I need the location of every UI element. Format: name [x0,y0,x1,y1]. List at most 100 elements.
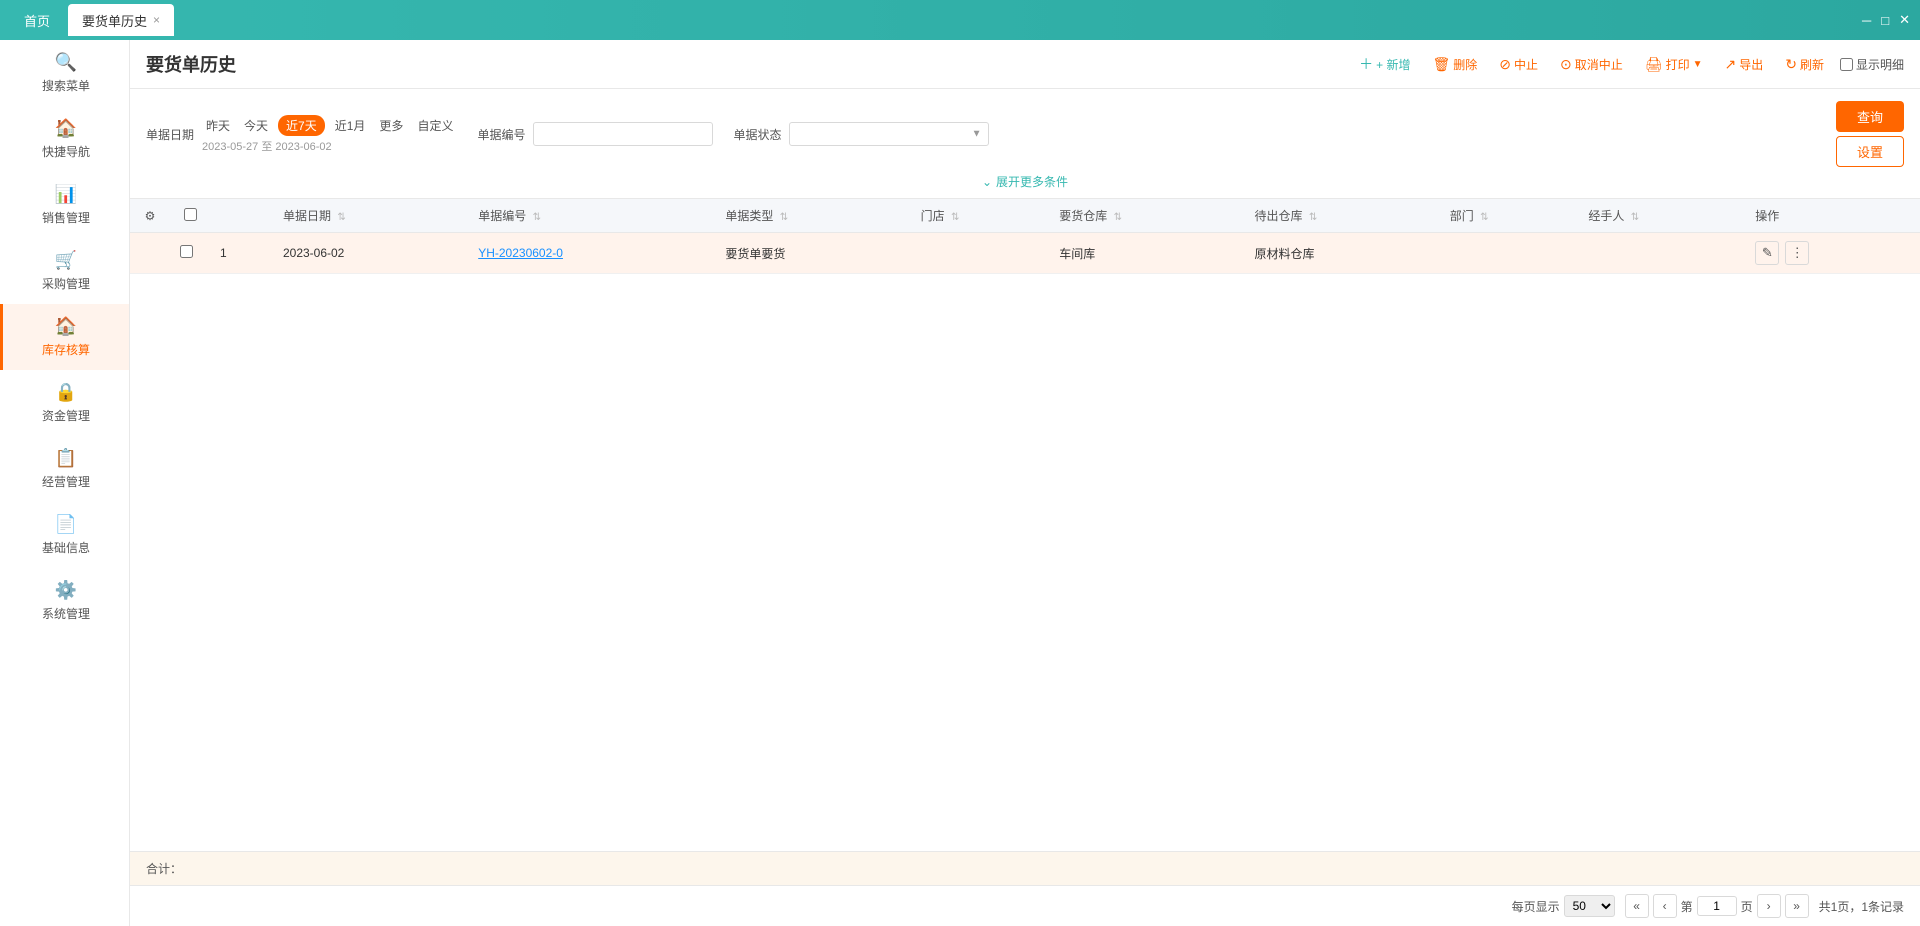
basic-info-icon: 📄 [55,514,77,535]
display-detail-checkbox[interactable] [1840,58,1853,71]
delete-button[interactable]: 🗑 删除 [1426,52,1483,77]
page-header: 要货单历史 ＋ + 新增 🗑 删除 ⊘ 中止 ⊙ 取消中止 [130,40,1920,89]
date-shortcut-1month[interactable]: 近1月 [331,116,370,135]
col-handler-sort-icon[interactable]: ⇅ [1631,212,1639,223]
sidebar-item-purchase-mgmt[interactable]: 🛒 采购管理 [0,238,129,304]
total-label: 合计： [146,860,182,877]
sidebar-item-sales-mgmt-label: 销售管理 [42,209,90,226]
display-detail-toggle[interactable]: 显示明细 [1840,56,1904,73]
expand-down-icon: ⌄ [982,175,992,189]
minimize-button[interactable]: ─ [1862,13,1871,28]
stop-label: 中止 [1514,56,1538,73]
stop-icon: ⊘ [1499,56,1511,73]
select-all-checkbox[interactable] [184,208,197,221]
export-button[interactable]: ↗ 导出 [1718,52,1769,77]
stop-button[interactable]: ⊘ 中止 [1493,52,1544,77]
page-size-select[interactable]: 50 20 100 [1564,895,1615,917]
cell-check[interactable] [170,233,210,274]
tab-close-icon[interactable]: × [153,13,160,27]
cancel-stop-label: 取消中止 [1575,56,1623,73]
sidebar-item-sales-mgmt[interactable]: 📊 销售管理 [0,172,129,238]
refresh-icon: ↻ [1785,56,1797,73]
sidebar-item-inventory[interactable]: 🏠 库存核算 [0,304,129,370]
date-shortcut-today[interactable]: 今天 [240,116,272,135]
status-select[interactable]: 全部 [789,122,989,146]
filter-row: 单据日期 昨天 今天 近7天 近1月 更多 自定义 2023-05-27 至 2… [146,101,1904,167]
col-doc-no-sort-icon[interactable]: ⇅ [533,212,541,223]
doc-no-input[interactable] [533,122,713,146]
filter-action-buttons: 查询 设置 [1836,101,1904,167]
page-nav: « ‹ 第 页 › » [1625,894,1809,918]
tab-home[interactable]: 首页 [10,4,64,36]
col-doc-type[interactable]: 单据类型 ⇅ [715,199,910,233]
col-store-sort-icon[interactable]: ⇅ [951,212,959,223]
expand-more-button[interactable]: ⌄ 展开更多条件 [146,173,1904,190]
col-pending-warehouse[interactable]: 待出仓库 ⇅ [1244,199,1439,233]
query-button[interactable]: 查询 [1836,101,1904,132]
col-doc-type-sort-icon[interactable]: ⇅ [780,212,788,223]
settings-button[interactable]: 设置 [1836,136,1904,167]
print-dropdown-icon: ▼ [1693,59,1703,70]
col-req-warehouse[interactable]: 要货仓库 ⇅ [1049,199,1244,233]
row-checkbox[interactable] [180,245,193,258]
doc-no-label: 单据编号 [477,126,525,143]
col-action: 操作 [1745,199,1920,233]
row-more-button[interactable]: ⋮ [1785,241,1809,265]
cell-department [1440,233,1579,274]
prev-page-button[interactable]: ‹ [1653,894,1677,918]
col-num [210,199,273,233]
cell-store [911,233,1050,274]
filter-area: 单据日期 昨天 今天 近7天 近1月 更多 自定义 2023-05-27 至 2… [130,89,1920,199]
cancel-stop-icon: ⊙ [1560,56,1572,73]
next-page-button[interactable]: › [1757,894,1781,918]
col-date-sort-icon[interactable]: ⇅ [337,212,345,223]
add-button[interactable]: ＋ + 新增 [1353,50,1416,78]
sidebar-item-quick-nav[interactable]: 🏠 快捷导航 [0,106,129,172]
cell-action: ✎ ⋮ [1745,233,1920,274]
sidebar-item-basic-info[interactable]: 📄 基础信息 [0,502,129,568]
print-label: 打印 [1666,56,1690,73]
expand-more-label: 展开更多条件 [996,173,1068,190]
sidebar-item-system-mgmt[interactable]: ⚙️ 系统管理 [0,568,129,634]
refresh-label: 刷新 [1800,56,1824,73]
maximize-button[interactable]: □ [1881,13,1889,28]
col-doc-no[interactable]: 单据编号 ⇅ [468,199,715,233]
refresh-button[interactable]: ↻ 刷新 [1779,52,1830,77]
col-req-warehouse-sort-icon[interactable]: ⇅ [1114,212,1122,223]
window-controls: ─ □ ✕ [1862,12,1910,28]
cancel-stop-button[interactable]: ⊙ 取消中止 [1554,52,1629,77]
sidebar-item-finance-mgmt-label: 资金管理 [42,407,90,424]
sidebar-item-search-menu[interactable]: 🔍 搜索菜单 [0,40,129,106]
col-check[interactable] [170,199,210,233]
first-page-button[interactable]: « [1625,894,1649,918]
date-shortcut-7days[interactable]: 近7天 [278,115,325,136]
col-date[interactable]: 单据日期 ⇅ [273,199,468,233]
row-edit-button[interactable]: ✎ [1755,241,1779,265]
date-shortcut-more[interactable]: 更多 [375,116,407,135]
date-shortcut-yesterday[interactable]: 昨天 [202,116,234,135]
col-store[interactable]: 门店 ⇅ [911,199,1050,233]
toolbar: ＋ + 新增 🗑 删除 ⊘ 中止 ⊙ 取消中止 🖨 打印 [1353,50,1904,78]
table-footer: 合计： [130,851,1920,885]
date-shortcut-custom[interactable]: 自定义 [413,116,457,135]
sidebar-item-inventory-label: 库存核算 [42,341,90,358]
current-page-input[interactable] [1697,896,1737,916]
export-label: 导出 [1739,56,1763,73]
cell-doc-no[interactable]: YH-20230602-0 [468,233,715,274]
sidebar-item-finance-mgmt[interactable]: 🔒 资金管理 [0,370,129,436]
col-pending-warehouse-sort-icon[interactable]: ⇅ [1309,212,1317,223]
cell-pending-warehouse: 原材料仓库 [1244,233,1439,274]
tab-requisition-history[interactable]: 要货单历史 × [68,4,174,36]
sidebar-item-operations-mgmt[interactable]: 📋 经营管理 [0,436,129,502]
cell-date: 2023-06-02 [273,233,468,274]
close-button[interactable]: ✕ [1899,12,1910,28]
last-page-button[interactable]: » [1785,894,1809,918]
col-handler[interactable]: 经手人 ⇅ [1578,199,1745,233]
col-department-sort-icon[interactable]: ⇅ [1480,212,1488,223]
col-department[interactable]: 部门 ⇅ [1440,199,1579,233]
total-info: 共1页，1条记录 [1819,898,1904,915]
col-settings[interactable]: ⚙ [130,199,170,233]
col-handler-label: 经手人 [1588,209,1624,223]
print-button[interactable]: 🖨 打印 ▼ [1639,52,1709,77]
system-mgmt-icon: ⚙️ [55,580,77,601]
